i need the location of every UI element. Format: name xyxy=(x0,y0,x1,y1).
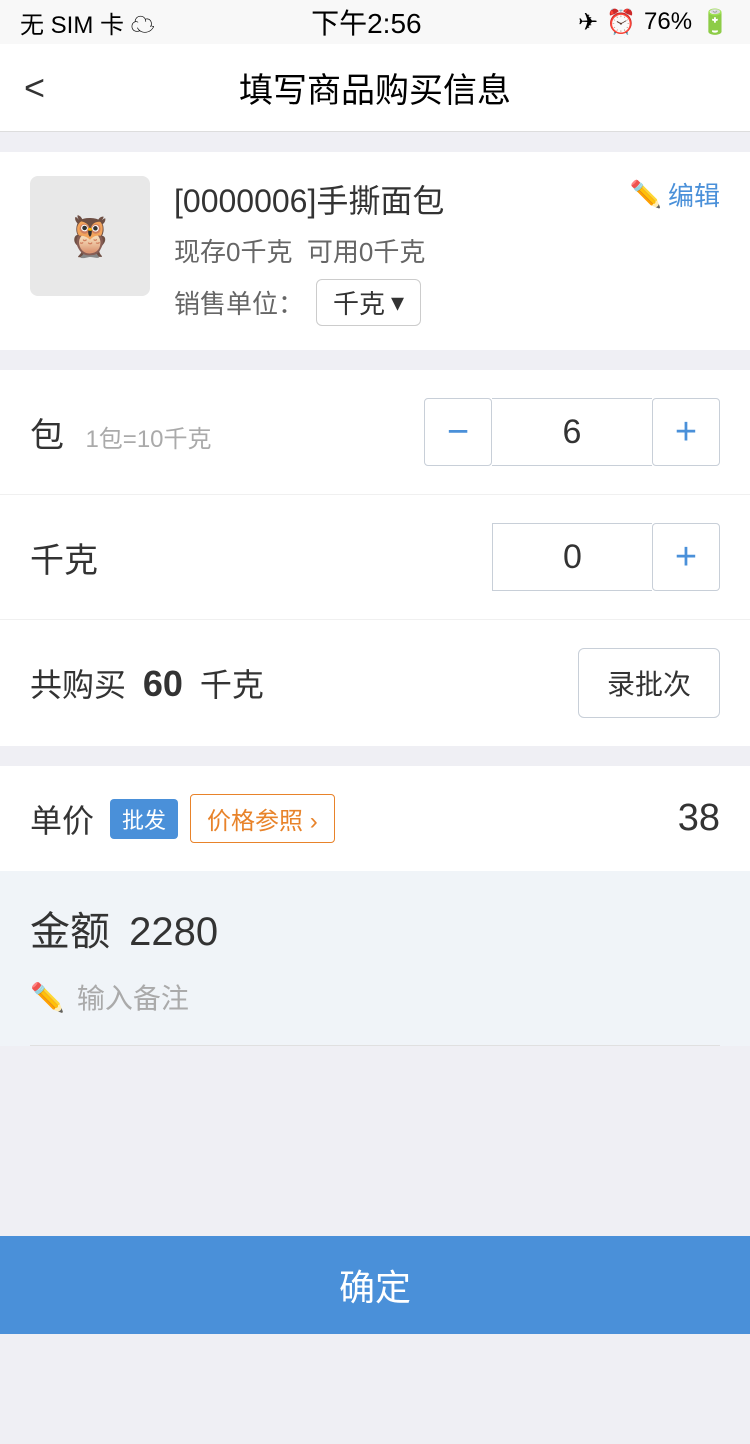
remark-placeholder: 输入备注 xyxy=(77,977,189,1017)
price-label: 单价 xyxy=(30,796,94,842)
package-controls: − + xyxy=(424,398,720,466)
battery-status: 76% xyxy=(644,8,692,36)
battery-icon: 🔋 xyxy=(700,8,730,37)
summary-text: 共购买 60 千克 xyxy=(30,660,578,706)
product-card: 🦉 [0000006]手撕面包 现存0千克 可用0千克 销售单位： 千克 ▾ ✏… xyxy=(0,152,750,350)
kilogram-label: 千克 xyxy=(30,533,492,582)
status-bar-right: ✈ ⏰ 76% 🔋 xyxy=(578,8,730,37)
edit-label: 编辑 xyxy=(668,176,720,213)
status-bar-left: 无 SIM 卡 ☁ xyxy=(20,5,155,40)
package-label: 包 1包=10千克 xyxy=(30,408,424,457)
package-increment-button[interactable]: + xyxy=(652,398,720,466)
edit-button[interactable]: ✏️ 编辑 xyxy=(630,176,720,213)
price-section: 单价 批发 价格参照 › 38 xyxy=(0,766,750,871)
bottom-padding xyxy=(0,1346,750,1444)
kilogram-input[interactable] xyxy=(492,523,652,591)
summary-amount: 60 xyxy=(143,663,183,704)
status-bar-time: 下午2:56 xyxy=(311,2,422,42)
kilogram-row: 千克 + xyxy=(0,495,750,620)
quantity-section: 包 1包=10千克 − + 千克 + 共购买 60 千克 录批次 xyxy=(0,370,750,746)
nav-bar: < 填写商品购买信息 xyxy=(0,44,750,132)
unit-value: 千克 xyxy=(333,284,385,321)
kilogram-increment-button[interactable]: + xyxy=(652,523,720,591)
location-icon: ✈ xyxy=(578,8,598,37)
summary-row: 共购买 60 千克 录批次 xyxy=(0,620,750,746)
price-value: 38 xyxy=(678,797,720,840)
package-hint: 1包=10千克 xyxy=(85,426,211,453)
package-input[interactable] xyxy=(492,398,652,466)
amount-section: 金额 2280 ✏️ 输入备注 xyxy=(0,871,750,1046)
sim-status: 无 SIM 卡 ☁ xyxy=(20,5,155,40)
product-unit-row: 销售单位： 千克 ▾ xyxy=(174,279,720,326)
package-decrement-button[interactable]: − xyxy=(424,398,492,466)
amount-row: 金额 2280 xyxy=(30,899,720,957)
remark-row[interactable]: ✏️ 输入备注 xyxy=(30,977,720,1046)
product-stock: 现存0千克 可用0千克 xyxy=(174,232,720,269)
record-batch-button[interactable]: 录批次 xyxy=(578,648,720,718)
price-tag: 批发 xyxy=(110,799,178,839)
package-row: 包 1包=10千克 − + xyxy=(0,370,750,495)
status-bar: 无 SIM 卡 ☁ 下午2:56 ✈ ⏰ 76% 🔋 xyxy=(0,0,750,44)
pencil-icon: ✏️ xyxy=(30,981,65,1014)
amount-label: 金额 xyxy=(30,910,110,954)
amount-value: 2280 xyxy=(129,910,218,954)
unit-label: 销售单位： xyxy=(174,284,304,321)
page-title: 填写商品购买信息 xyxy=(239,63,511,112)
product-logo-icon: 🦉 xyxy=(65,213,115,260)
confirm-button[interactable]: 确定 xyxy=(339,1259,411,1311)
alarm-icon: ⏰ xyxy=(606,8,636,37)
kilogram-controls: + xyxy=(492,523,720,591)
product-image: 🦉 xyxy=(30,176,150,296)
chevron-down-icon: ▾ xyxy=(391,287,404,318)
edit-icon: ✏️ xyxy=(630,179,662,210)
unit-select[interactable]: 千克 ▾ xyxy=(316,279,421,326)
price-reference-button[interactable]: 价格参照 › xyxy=(190,794,335,843)
back-button[interactable]: < xyxy=(24,67,45,109)
confirm-bar[interactable]: 确定 xyxy=(0,1236,750,1334)
